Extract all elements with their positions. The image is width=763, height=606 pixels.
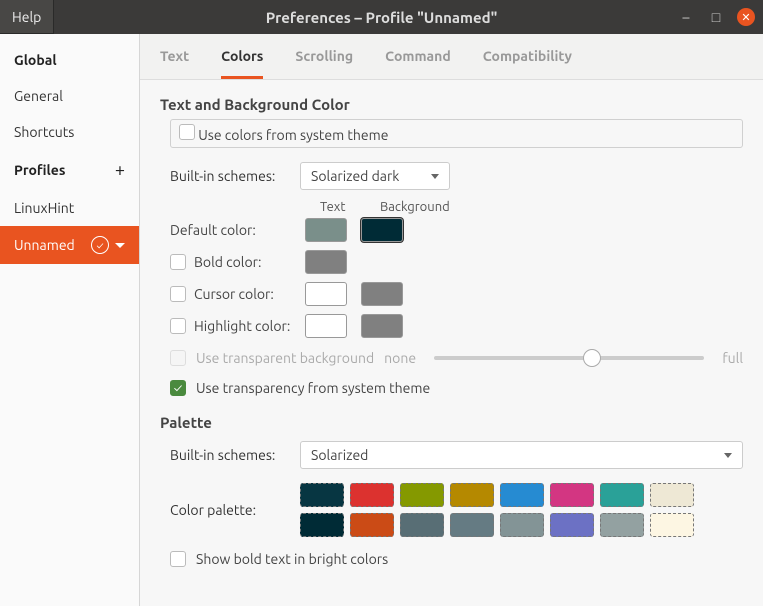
- profile-menu-arrow-icon[interactable]: [115, 243, 125, 248]
- slider-thumb: [583, 349, 601, 367]
- tab-colors[interactable]: Colors: [221, 48, 263, 79]
- palette-swatch-1-2[interactable]: [400, 513, 444, 537]
- window-controls: – □ ✕: [677, 8, 755, 26]
- builtin-schemes-select[interactable]: Solarized dark: [300, 162, 450, 190]
- bold-color-label: Bold color:: [194, 254, 261, 270]
- palette-swatch-1-3[interactable]: [450, 513, 494, 537]
- builtin-schemes-label: Built-in schemes:: [170, 168, 290, 184]
- palette-swatch-1-6[interactable]: [600, 513, 644, 537]
- use-system-colors-row[interactable]: Use colors from system theme: [170, 119, 743, 148]
- palette-swatch-0-1[interactable]: [350, 483, 394, 507]
- active-profile-check-icon[interactable]: ✓: [91, 236, 109, 254]
- section-text-bg-title: Text and Background Color: [160, 96, 743, 113]
- highlight-color-checkbox[interactable]: [170, 318, 186, 334]
- col-header-text: Text: [320, 200, 362, 214]
- palette-builtin-value: Solarized: [311, 447, 368, 463]
- palette-swatch-0-0[interactable]: [300, 483, 344, 507]
- add-profile-icon[interactable]: +: [115, 160, 125, 180]
- slider-full-label: full: [722, 350, 743, 366]
- cursor-color-checkbox[interactable]: [170, 286, 186, 302]
- titlebar: Help Preferences – Profile "Unnamed" – □…: [0, 0, 763, 34]
- col-header-background: Background: [380, 200, 450, 214]
- minimize-button[interactable]: –: [677, 8, 695, 26]
- use-system-colors-checkbox[interactable]: [179, 124, 195, 140]
- palette-swatch-0-6[interactable]: [600, 483, 644, 507]
- show-bold-bright-checkbox[interactable]: [170, 551, 186, 567]
- transparency-theme-label: Use transparency from system theme: [196, 380, 430, 396]
- tab-compatibility[interactable]: Compatibility: [483, 48, 572, 79]
- dropdown-arrow-icon: [724, 453, 732, 458]
- highlight-color-label: Highlight color:: [194, 318, 290, 334]
- palette-swatch-0-7[interactable]: [650, 483, 694, 507]
- palette-builtin-select[interactable]: Solarized: [300, 441, 743, 469]
- default-bg-color-swatch[interactable]: [361, 218, 403, 242]
- color-column-headers: Text Background: [320, 200, 743, 214]
- color-palette-label: Color palette:: [170, 502, 290, 518]
- bold-text-color-swatch[interactable]: [305, 250, 347, 274]
- palette-swatch-1-5[interactable]: [550, 513, 594, 537]
- sidebar-item-general[interactable]: General: [0, 78, 139, 114]
- profiles-label: Profiles: [14, 162, 65, 178]
- sidebar-profile-linuxhint[interactable]: LinuxHint: [0, 190, 139, 226]
- tab-text[interactable]: Text: [160, 48, 189, 79]
- tab-bar: Text Colors Scrolling Command Compatibil…: [140, 34, 763, 80]
- default-color-label: Default color:: [170, 222, 256, 238]
- palette-swatch-1-1[interactable]: [350, 513, 394, 537]
- transparent-bg-label: Use transparent background: [196, 350, 374, 366]
- window-title: Preferences – Profile "Unnamed": [266, 9, 498, 26]
- cursor-color-label: Cursor color:: [194, 286, 274, 302]
- cursor-text-color-swatch[interactable]: [305, 282, 347, 306]
- palette-swatch-0-5[interactable]: [550, 483, 594, 507]
- show-bold-bright-label: Show bold text in bright colors: [196, 551, 388, 567]
- profile-unnamed-label: Unnamed: [14, 237, 75, 253]
- sidebar-head-global: Global: [0, 42, 139, 78]
- palette-swatch-1-4[interactable]: [500, 513, 544, 537]
- palette-swatch-1-0[interactable]: [300, 513, 344, 537]
- sidebar-head-profiles: Profiles +: [0, 150, 139, 190]
- help-menu[interactable]: Help: [0, 0, 54, 34]
- highlight-bg-color-swatch[interactable]: [361, 314, 403, 338]
- palette-swatch-0-2[interactable]: [400, 483, 444, 507]
- palette-swatch-0-4[interactable]: [500, 483, 544, 507]
- content-area: Text Colors Scrolling Command Compatibil…: [140, 34, 763, 606]
- cursor-bg-color-swatch[interactable]: [361, 282, 403, 306]
- transparent-bg-checkbox: [170, 350, 186, 366]
- sidebar-profile-unnamed[interactable]: Unnamed ✓: [0, 226, 139, 264]
- palette-grid: [300, 483, 694, 537]
- transparency-theme-checkbox[interactable]: ✓: [170, 380, 186, 396]
- transparency-slider: [434, 356, 704, 360]
- tab-command[interactable]: Command: [385, 48, 451, 79]
- section-palette-title: Palette: [160, 414, 743, 431]
- slider-none-label: none: [384, 350, 416, 366]
- tab-scrolling[interactable]: Scrolling: [295, 48, 353, 79]
- palette-builtin-label: Built-in schemes:: [170, 447, 290, 463]
- use-system-colors-label: Use colors from system theme: [198, 127, 388, 143]
- default-text-color-swatch[interactable]: [305, 218, 347, 242]
- maximize-button[interactable]: □: [707, 8, 725, 26]
- sidebar: Global General Shortcuts Profiles + Linu…: [0, 34, 140, 606]
- dropdown-arrow-icon: [431, 174, 439, 179]
- builtin-schemes-value: Solarized dark: [311, 168, 399, 184]
- sidebar-item-shortcuts[interactable]: Shortcuts: [0, 114, 139, 150]
- close-button[interactable]: ✕: [737, 8, 755, 26]
- bold-color-checkbox[interactable]: [170, 254, 186, 270]
- palette-swatch-0-3[interactable]: [450, 483, 494, 507]
- highlight-text-color-swatch[interactable]: [305, 314, 347, 338]
- palette-swatch-1-7[interactable]: [650, 513, 694, 537]
